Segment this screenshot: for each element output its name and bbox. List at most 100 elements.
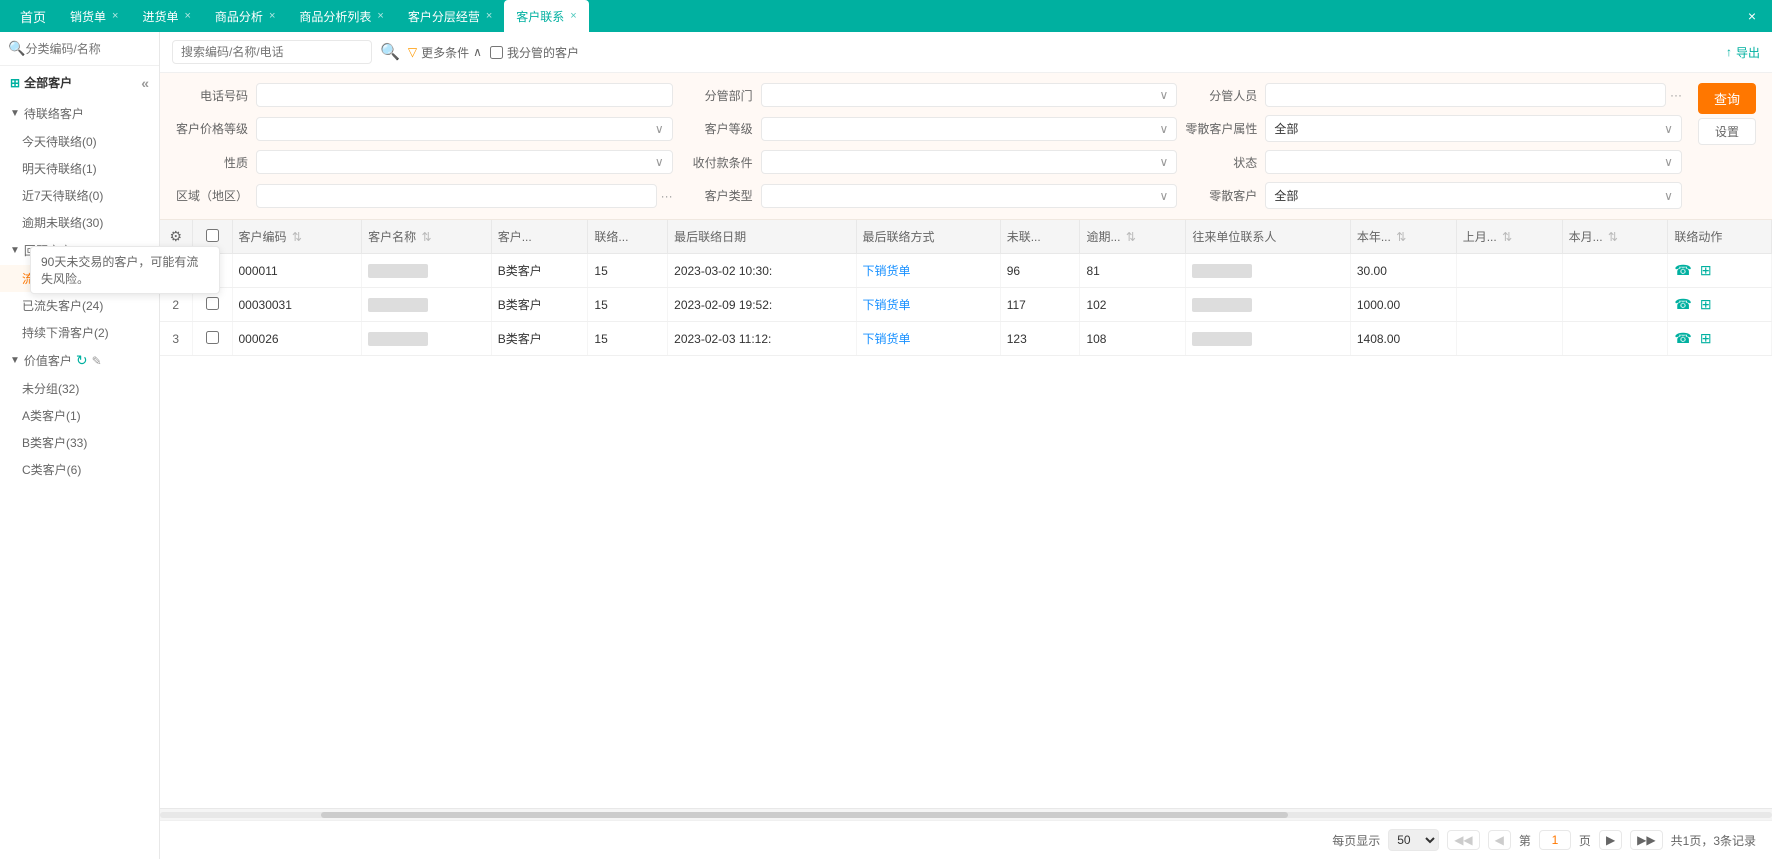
- nav-tab-analysis-list[interactable]: 商品分析列表 ×: [287, 0, 395, 32]
- table-header-row: ⚙ 客户编码 ⇅ 客户名称 ⇅ 客户...: [160, 220, 1772, 254]
- close-tab-analysis[interactable]: ×: [269, 10, 275, 22]
- nav-tab-customer-contact[interactable]: 客户联系 ×: [504, 0, 588, 32]
- blurred-name: [368, 298, 428, 312]
- next-page-button[interactable]: ▶: [1599, 830, 1622, 850]
- filter-select-customer-level[interactable]: ∨: [761, 117, 1178, 141]
- sidebar-item-today[interactable]: 今天待联络(0): [0, 128, 159, 155]
- query-button[interactable]: 查询: [1698, 83, 1756, 114]
- page-number-input[interactable]: [1539, 830, 1571, 850]
- nav-tab-purchase[interactable]: 进货单 ×: [130, 0, 202, 32]
- first-page-button[interactable]: ◀◀: [1447, 830, 1479, 850]
- horizontal-scrollbar[interactable]: [160, 808, 1772, 820]
- last-page-button[interactable]: ▶▶: [1630, 830, 1662, 850]
- sidebar-item-tomorrow[interactable]: 明天待联络(1): [0, 155, 159, 182]
- nav-tab-customer-layer[interactable]: 客户分层经营 ×: [396, 0, 504, 32]
- filter-select-status[interactable]: ∨: [1265, 150, 1682, 174]
- contact-action-icon[interactable]: ☎: [1674, 296, 1691, 313]
- cell-contact: 15: [588, 254, 668, 288]
- more-action-icon[interactable]: ⊞: [1700, 262, 1712, 279]
- sort-icon-code[interactable]: ⇅: [292, 230, 302, 244]
- sidebar-item-overdue[interactable]: 逾期未联络(30): [0, 209, 159, 236]
- filter-select-dept[interactable]: ∨: [761, 83, 1178, 107]
- chevron-down-icon: ∨: [1160, 189, 1169, 203]
- cell-overdue: 81: [1080, 254, 1186, 288]
- sidebar-section-pending[interactable]: ▼ 待联络客户: [0, 99, 159, 128]
- th-this-year: 本年... ⇅: [1350, 220, 1456, 254]
- cell-type: B类客户: [491, 322, 588, 356]
- sidebar-all-header[interactable]: ⊞ 全部客户 «: [0, 66, 159, 99]
- th-last-method: 最后联络方式: [856, 220, 1000, 254]
- nav-tab-analysis[interactable]: 商品分析 ×: [203, 0, 287, 32]
- settings-button[interactable]: 设置: [1698, 118, 1756, 145]
- refresh-icon[interactable]: ↻: [76, 352, 88, 369]
- select-all-checkbox[interactable]: [206, 229, 219, 242]
- more-conditions-button[interactable]: ▽ 更多条件 ∧: [408, 44, 482, 61]
- filter-select-customer-type[interactable]: ∨: [761, 184, 1178, 208]
- close-tab-customer-contact[interactable]: ×: [570, 10, 576, 22]
- cell-contact-person: [1186, 322, 1351, 356]
- filter-select-retail[interactable]: 全部 ∨: [1265, 182, 1682, 209]
- settings-icon[interactable]: ⚙: [169, 228, 182, 244]
- close-tab-customer-layer[interactable]: ×: [486, 10, 492, 22]
- sidebar-item-ungrouped[interactable]: 未分组(32): [0, 375, 159, 402]
- more-region-icon[interactable]: ···: [661, 189, 673, 203]
- more-options-icon[interactable]: ···: [1670, 88, 1682, 102]
- last-method-link[interactable]: 下销货单: [863, 264, 911, 278]
- export-button[interactable]: ↑ 导出: [1726, 44, 1760, 61]
- close-tab-sales[interactable]: ×: [112, 10, 118, 22]
- filter-label-retail: 零散客户: [1185, 187, 1265, 204]
- more-action-icon[interactable]: ⊞: [1700, 296, 1712, 313]
- filter-input-phone[interactable]: [256, 83, 673, 107]
- cell-code: 000011: [232, 254, 362, 288]
- row-checkbox[interactable]: [206, 331, 219, 344]
- more-action-icon[interactable]: ⊞: [1700, 330, 1712, 347]
- close-all-button[interactable]: ×: [1740, 8, 1764, 24]
- filter-input-region[interactable]: [256, 184, 657, 208]
- sort-icon-this-year[interactable]: ⇅: [1396, 230, 1406, 244]
- last-method-link[interactable]: 下销货单: [863, 298, 911, 312]
- sort-icon-last-month[interactable]: ⇅: [1502, 230, 1512, 244]
- filter-select-nature[interactable]: ∨: [256, 150, 673, 174]
- filter-select-retail-attr[interactable]: 全部 ∨: [1265, 115, 1682, 142]
- my-customers-checkbox[interactable]: [490, 46, 503, 59]
- filter-label-retail-attr: 零散客户属性: [1185, 120, 1265, 137]
- filter-field-dept: 分管部门 ∨: [681, 83, 1178, 107]
- per-page-select[interactable]: 50 100 200: [1388, 829, 1439, 851]
- cell-name: [362, 254, 492, 288]
- search-input[interactable]: [172, 40, 372, 64]
- sort-icon-name[interactable]: ⇅: [421, 230, 431, 244]
- edit-icon[interactable]: ✎: [92, 354, 102, 368]
- close-tab-analysis-list[interactable]: ×: [377, 10, 383, 22]
- nav-tab-sales[interactable]: 销货单 ×: [58, 0, 130, 32]
- my-customers-checkbox-label[interactable]: 我分管的客户: [490, 44, 579, 61]
- scrollbar-thumb[interactable]: [321, 812, 1288, 818]
- contact-action-icon[interactable]: ☎: [1674, 262, 1691, 279]
- filter-select-price-level[interactable]: ∨: [256, 117, 673, 141]
- arrow-icon-value: ▼: [10, 355, 20, 366]
- contact-action-icon[interactable]: ☎: [1674, 330, 1691, 347]
- sidebar-item-c-class[interactable]: C类客户(6): [0, 456, 159, 483]
- filter-field-phone: 电话号码: [176, 83, 673, 107]
- sort-icon-overdue[interactable]: ⇅: [1126, 230, 1136, 244]
- filter-search-button[interactable]: 🔍: [380, 42, 400, 62]
- collapse-sidebar-button[interactable]: «: [141, 75, 149, 91]
- sidebar-item-7days[interactable]: 近7天待联络(0): [0, 182, 159, 209]
- close-tab-purchase[interactable]: ×: [184, 10, 190, 22]
- row-checkbox[interactable]: [206, 297, 219, 310]
- sidebar-item-churned[interactable]: 已流失客户(24): [0, 292, 159, 319]
- sidebar-item-a-class[interactable]: A类客户(1): [0, 402, 159, 429]
- sidebar-item-b-class[interactable]: B类客户(33): [0, 429, 159, 456]
- sidebar-item-declining[interactable]: 持续下滑客户(2): [0, 319, 159, 346]
- cell-last-month: [1456, 322, 1562, 356]
- nav-home[interactable]: 首页: [8, 0, 58, 32]
- cell-checkbox[interactable]: [192, 322, 232, 356]
- filter-select-payment[interactable]: ∨: [761, 150, 1178, 174]
- prev-page-button[interactable]: ◀: [1488, 830, 1511, 850]
- cell-last-method: 下销货单: [856, 254, 1000, 288]
- sort-icon-this-month[interactable]: ⇅: [1608, 230, 1618, 244]
- sidebar-section-value[interactable]: ▼ 价值客户 ↻ ✎: [0, 346, 159, 375]
- last-method-link[interactable]: 下销货单: [863, 332, 911, 346]
- filter-input-person[interactable]: [1265, 83, 1666, 107]
- sidebar-search-input[interactable]: [25, 42, 160, 56]
- filter-label-nature: 性质: [176, 154, 256, 171]
